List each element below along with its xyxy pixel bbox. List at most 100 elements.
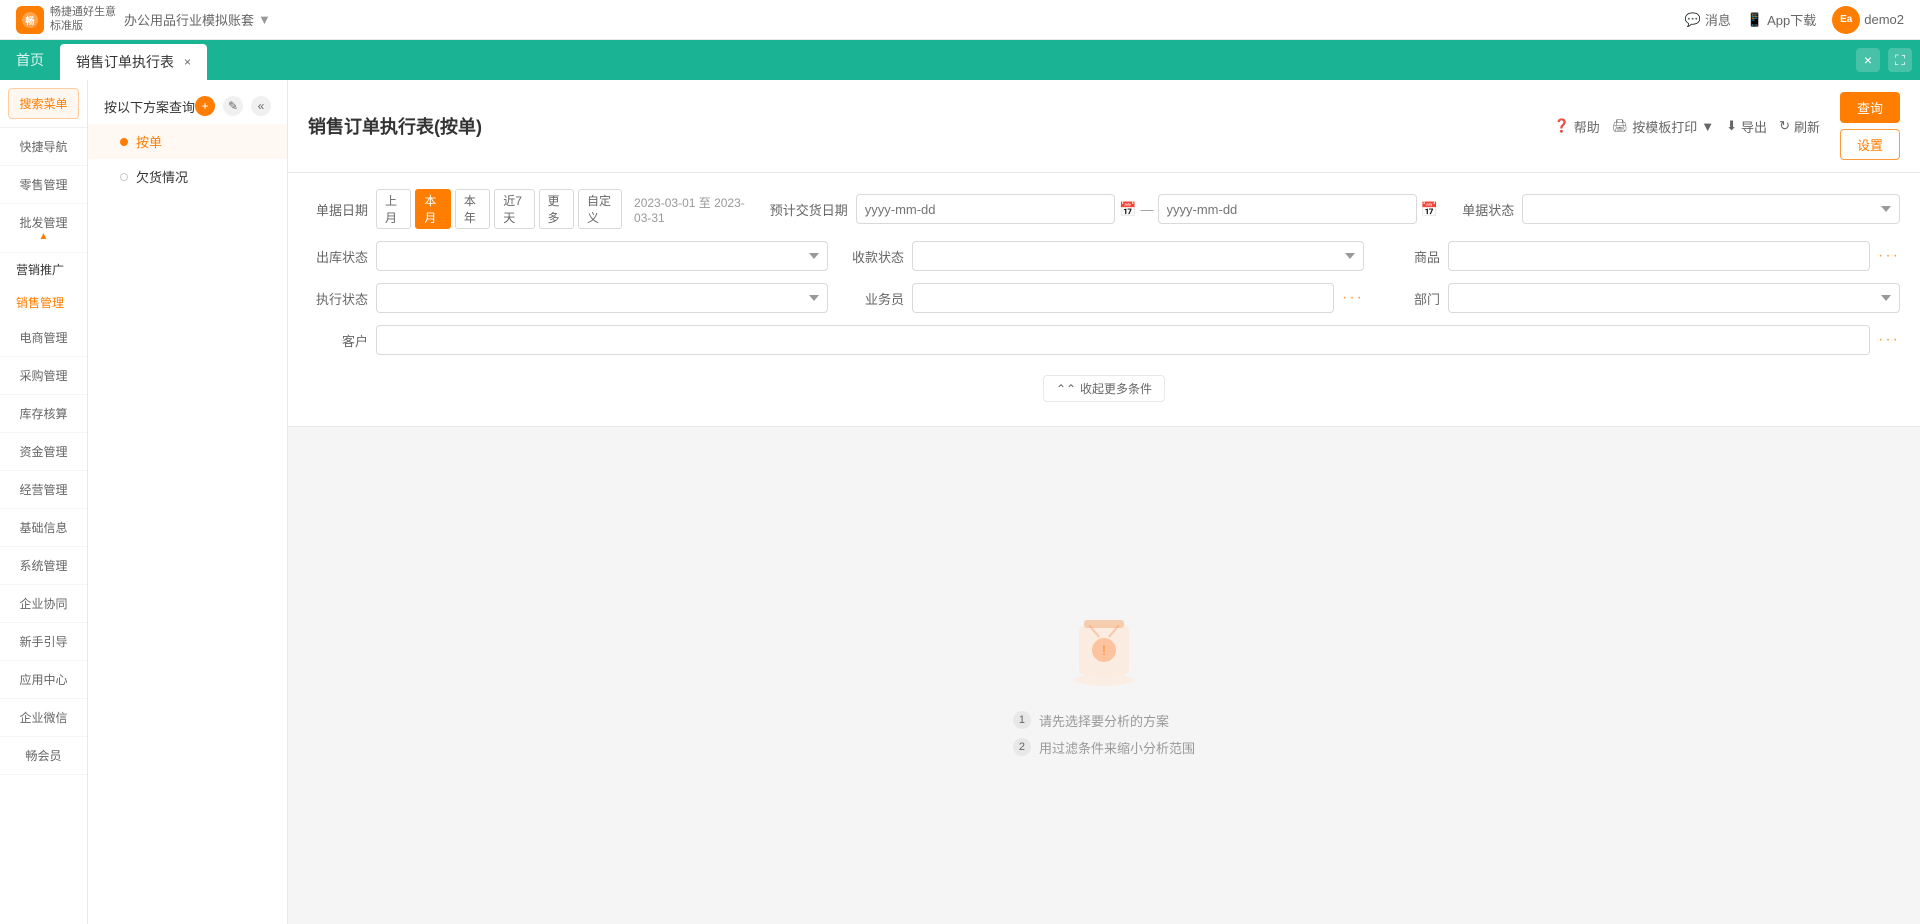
payment-status-label: 收款状态 xyxy=(844,247,904,266)
filter-group-date: 单据日期 上月 本月 本年 近7天 更多 自定义 2023-03-01 至 20… xyxy=(308,189,754,229)
sidebar-item-retail[interactable]: 零售管理 xyxy=(0,166,87,204)
app-download-button[interactable]: 📱 App下载 xyxy=(1747,10,1816,29)
side-filter-collapse-button[interactable]: « xyxy=(251,96,271,116)
tab-close-window-button[interactable]: × xyxy=(1856,48,1880,72)
salesperson-input[interactable] xyxy=(912,283,1334,313)
sidebar-item-basic[interactable]: 基础信息 xyxy=(0,509,87,547)
sidebar-item-member[interactable]: 畅会员 xyxy=(0,737,87,775)
query-button[interactable]: 查询 xyxy=(1840,92,1900,123)
doc-status-label: 单据状态 xyxy=(1454,200,1514,219)
tab-maximize-button[interactable]: ⛶ xyxy=(1888,48,1912,72)
print-button[interactable]: 🖨 按模板打印 ▼ xyxy=(1612,117,1714,136)
top-bar-left: 畅 畅捷通好生意 标准版 办公用品行业模拟账套 ▼ xyxy=(16,6,271,34)
side-filter-item-by-order[interactable]: 按单 xyxy=(88,124,287,159)
settings-button[interactable]: 设置 xyxy=(1840,129,1900,160)
shipment-status-select[interactable] xyxy=(376,241,828,271)
date-last7[interactable]: 近7天 xyxy=(494,189,534,229)
filter-panel: 单据日期 上月 本月 本年 近7天 更多 自定义 2023-03-01 至 20… xyxy=(288,173,1920,427)
sidebar-item-enterprise[interactable]: 企业协同 xyxy=(0,585,87,623)
sidebar-item-wechat[interactable]: 企业微信 xyxy=(0,699,87,737)
logo-text: 畅捷通好生意 标准版 xyxy=(50,6,116,32)
top-bar: 畅 畅捷通好生意 标准版 办公用品行业模拟账套 ▼ 💬 消息 📱 App下载 E… xyxy=(0,0,1920,40)
sidebar-item-newbie[interactable]: 新手引导 xyxy=(0,623,87,661)
filter-group-exec-status: 执行状态 xyxy=(308,283,828,313)
logo-icon: 畅 xyxy=(16,6,44,34)
goods-more-icon[interactable]: ··· xyxy=(1878,247,1900,265)
sidebar-item-inventory[interactable]: 库存核算 xyxy=(0,395,87,433)
tab-close-icon[interactable]: × xyxy=(184,55,191,69)
empty-tip-1: 1 请先选择要分析的方案 xyxy=(1013,711,1195,730)
sidebar-item-purchase[interactable]: 采购管理 xyxy=(0,357,87,395)
exec-status-select[interactable] xyxy=(376,283,828,313)
expected-date-end[interactable] xyxy=(1158,194,1417,224)
page-header-actions: ❓ 帮助 🖨 按模板打印 ▼ ⬇ 导出 ↻ 刷新 xyxy=(1554,92,1900,172)
date-range-text: 2023-03-01 至 2023-03-31 xyxy=(634,194,754,225)
empty-state: ! 1 请先选择要分析的方案 2 用过滤条件来缩小分析范围 xyxy=(288,427,1920,924)
dept-select[interactable] xyxy=(1448,283,1900,313)
sidebar-item-capital[interactable]: 资金管理 xyxy=(0,433,87,471)
doc-status-select[interactable] xyxy=(1522,194,1900,224)
date-separator: — xyxy=(1141,202,1154,217)
filter-group-payment: 收款状态 xyxy=(844,241,1364,271)
message-button[interactable]: 💬 消息 xyxy=(1685,10,1731,29)
refresh-icon: ↻ xyxy=(1779,118,1790,134)
filter-group-shipment: 出库状态 xyxy=(308,241,828,271)
collapse-button[interactable]: ⌃⌃ 收起更多条件 xyxy=(1043,375,1165,402)
filter-and-content: 单据日期 上月 本月 本年 近7天 更多 自定义 2023-03-01 至 20… xyxy=(288,173,1920,924)
collapse-row: ⌃⌃ 收起更多条件 xyxy=(308,367,1900,410)
side-filter-actions: + ✎ « xyxy=(195,96,271,116)
salesperson-more-icon[interactable]: ··· xyxy=(1342,289,1364,307)
sidebar-item-wholesale[interactable]: 批发管理 ▲ xyxy=(0,204,87,253)
salesperson-label: 业务员 xyxy=(844,289,904,308)
expected-date-range: 📅 — 📅 xyxy=(856,194,1439,224)
calendar-end-icon[interactable]: 📅 xyxy=(1421,201,1438,218)
payment-status-select[interactable] xyxy=(912,241,1364,271)
sidebar-item-apps[interactable]: 应用中心 xyxy=(0,661,87,699)
filter-row-4: 客户 ··· xyxy=(308,325,1900,355)
help-button[interactable]: ❓ 帮助 xyxy=(1554,117,1600,136)
page-header: 销售订单执行表(按单) ❓ 帮助 🖨 按模板打印 ▼ ⬇ 导出 xyxy=(288,80,1920,173)
sidebar-item-operation[interactable]: 经营管理 xyxy=(0,471,87,509)
side-filter-add-button[interactable]: + xyxy=(195,96,215,116)
tab-sales-order[interactable]: 销售订单执行表 × xyxy=(60,44,207,80)
goods-input[interactable] xyxy=(1448,241,1870,271)
sidebar-item-marketing[interactable]: 营销推广 xyxy=(0,253,87,286)
sidebar-item-ecommerce[interactable]: 电商管理 xyxy=(0,319,87,357)
empty-tip-2: 2 用过滤条件来缩小分析范围 xyxy=(1013,738,1195,757)
shipment-status-label: 出库状态 xyxy=(308,247,368,266)
app-download-icon: 📱 xyxy=(1747,12,1763,28)
side-filter-item-backorder[interactable]: 欠货情况 xyxy=(88,159,287,194)
date-this-year[interactable]: 本年 xyxy=(455,189,490,229)
export-icon: ⬇ xyxy=(1726,118,1737,134)
help-icon: ❓ xyxy=(1554,118,1570,134)
svg-text:畅: 畅 xyxy=(25,15,34,26)
breadcrumb-text: 办公用品行业模拟账套 xyxy=(124,10,254,29)
search-menu-button[interactable]: 搜索菜单 xyxy=(8,88,79,119)
breadcrumb-arrow-icon[interactable]: ▼ xyxy=(258,12,271,27)
calendar-start-icon[interactable]: 📅 xyxy=(1119,201,1136,218)
customer-more-icon[interactable]: ··· xyxy=(1878,331,1900,349)
user-menu[interactable]: Ea demo2 xyxy=(1832,6,1904,34)
sidebar-item-quick-nav[interactable]: 快捷导航 xyxy=(0,128,87,166)
date-custom[interactable]: 自定义 xyxy=(578,189,622,229)
expected-date-start[interactable] xyxy=(856,194,1115,224)
date-prev-month[interactable]: 上月 xyxy=(376,189,411,229)
export-button[interactable]: ⬇ 导出 xyxy=(1726,117,1767,136)
tab-home[interactable]: 首页 xyxy=(0,40,60,80)
refresh-button[interactable]: ↻ 刷新 xyxy=(1779,117,1820,136)
top-bar-right: 💬 消息 📱 App下载 Ea demo2 xyxy=(1685,6,1904,34)
sidebar-item-system[interactable]: 系统管理 xyxy=(0,547,87,585)
tip-num-1: 1 xyxy=(1013,711,1031,729)
date-this-month[interactable]: 本月 xyxy=(415,189,450,229)
date-more[interactable]: 更多 xyxy=(539,189,574,229)
customer-input[interactable] xyxy=(376,325,1870,355)
side-filter-edit-button[interactable]: ✎ xyxy=(223,96,243,116)
print-arrow-icon: ▼ xyxy=(1701,119,1714,134)
logo-area: 畅 畅捷通好生意 标准版 xyxy=(16,6,116,34)
avatar: Ea xyxy=(1832,6,1860,34)
date-label: 单据日期 xyxy=(308,200,368,219)
empty-illustration: ! xyxy=(1054,595,1154,695)
filter-row-3: 执行状态 业务员 ··· 部门 xyxy=(308,283,1900,313)
exec-status-label: 执行状态 xyxy=(308,289,368,308)
sidebar-item-sales-mgmt[interactable]: 销售管理 xyxy=(0,286,87,319)
